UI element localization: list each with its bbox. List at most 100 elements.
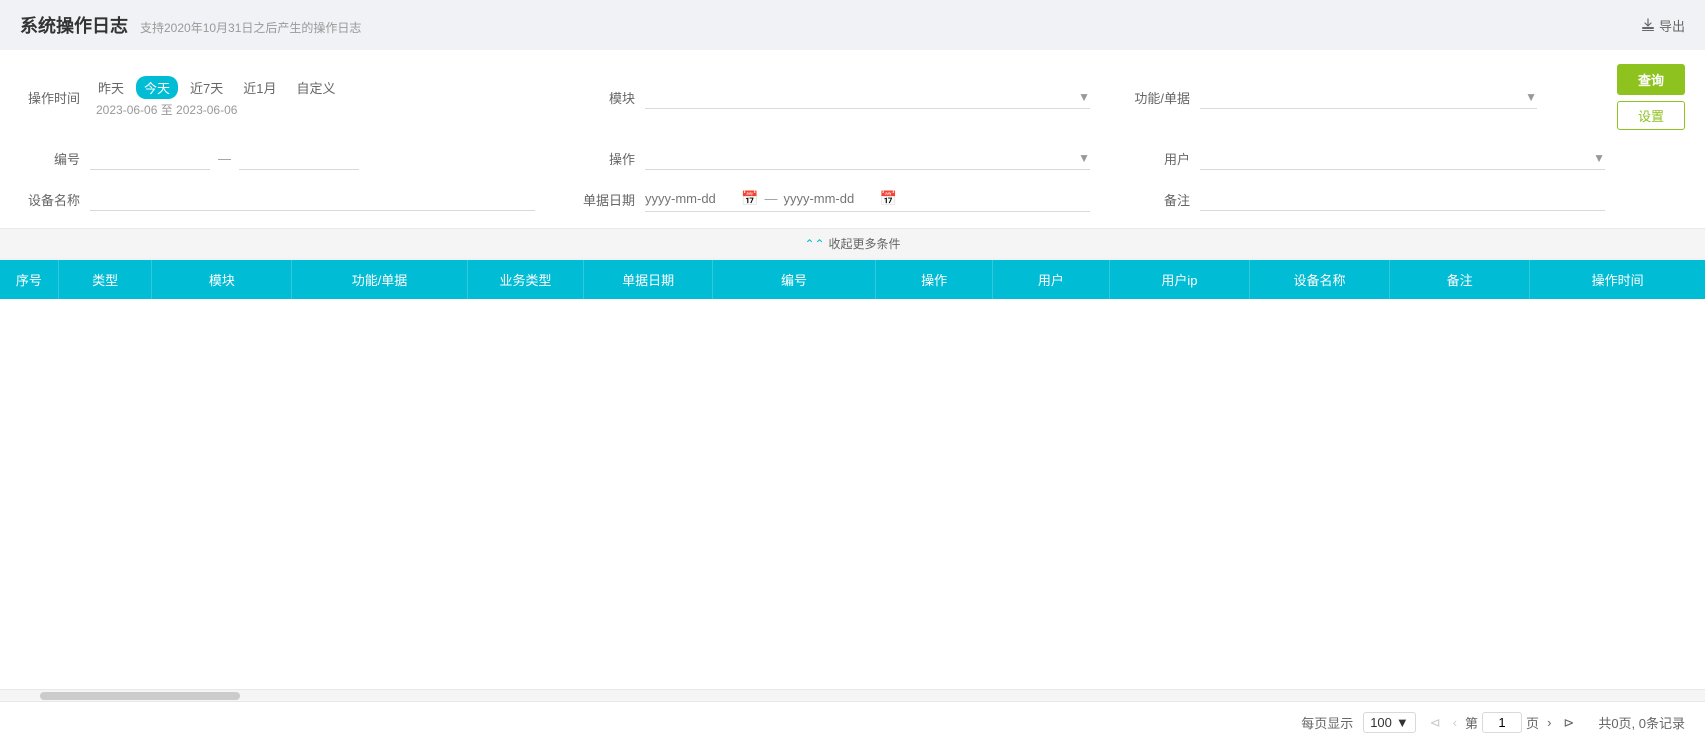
time-filter-cell: 操作时间 昨天 今天 近7天 近1月 自定义 2023-06-06 至 2023… [20,76,575,118]
no-filter-cell: 编号 — [20,146,575,170]
table-container: 序号 类型 模块 功能/单据 业务类型 单据日期 编号 操作 用户 用户ip 设… [0,260,1705,689]
custom-btn[interactable]: 自定义 [289,76,344,99]
calendar-icon-from[interactable]: 📅 [741,190,758,207]
table-header-row: 序号 类型 模块 功能/单据 业务类型 单据日期 编号 操作 用户 用户ip 设… [0,260,1705,299]
time-label: 操作时间 [20,88,80,107]
page-header: 系统操作日志 支持2020年10月31日之后产生的操作日志 导出 [0,0,1705,50]
scroll-area[interactable] [0,689,1705,701]
func-and-btns: 功能/单据 ▼ 查询 设置 [1130,64,1685,130]
doc-date-to[interactable] [783,191,873,206]
col-remark: 备注 [1390,260,1530,299]
col-biz-type: 业务类型 [467,260,584,299]
pagination: 每页显示 100 ▼ ⊲ ‹ 第 页 › ⊳ 共0页, 0条记录 [0,701,1705,743]
last7-btn[interactable]: 近7天 [182,76,231,99]
first-page-btn[interactable]: ⊲ [1426,713,1445,733]
page-info: 第 页 [1465,712,1539,733]
user-select-wrapper: ▼ [1200,146,1605,170]
filter-row-1: 操作时间 昨天 今天 近7天 近1月 自定义 2023-06-06 至 2023… [20,64,1685,130]
doc-date-from[interactable] [645,191,735,206]
per-page-chevron: ▼ [1396,715,1409,730]
module-filter-cell: 模块 ▼ [575,85,1130,109]
doc-date-filter-cell: 单据日期 📅 — 📅 [575,186,1130,212]
op-select[interactable] [645,146,1090,169]
prev-page-btn[interactable]: ‹ [1449,713,1461,732]
per-page-select[interactable]: 100 ▼ [1363,712,1416,733]
export-icon [1641,18,1655,32]
module-label: 模块 [575,88,635,107]
col-module: 模块 [152,260,292,299]
data-table: 序号 类型 模块 功能/单据 业务类型 单据日期 编号 操作 用户 用户ip 设… [0,260,1705,299]
op-filter-cell: 操作 ▼ [575,146,1130,170]
user-label: 用户 [1130,149,1190,168]
today-btn[interactable]: 今天 [136,76,178,99]
yesterday-btn[interactable]: 昨天 [90,76,132,99]
filter-row-3: 设备名称 单据日期 📅 — 📅 备注 [20,186,1685,212]
settings-button[interactable]: 设置 [1617,101,1685,130]
scroll-thumb [40,692,240,700]
page-title: 系统操作日志 [20,12,128,38]
page-subtitle: 支持2020年10月31日之后产生的操作日志 [140,19,361,36]
table-header: 序号 类型 模块 功能/单据 业务类型 单据日期 编号 操作 用户 用户ip 设… [0,260,1705,299]
doc-date-label: 单据日期 [575,190,635,209]
module-select-wrapper: ▼ [645,85,1090,109]
col-user: 用户 [993,260,1110,299]
col-no-num: 编号 [712,260,875,299]
calendar-icon-to[interactable]: 📅 [879,190,896,207]
device-label: 设备名称 [20,190,80,209]
export-button[interactable]: 导出 [1641,16,1685,35]
time-controls: 昨天 今天 近7天 近1月 自定义 2023-06-06 至 2023-06-0… [90,76,344,118]
op-label: 操作 [575,149,635,168]
col-op-time: 操作时间 [1530,260,1705,299]
remark-filter-cell: 备注 [1130,187,1685,211]
last-page-btn[interactable]: ⊳ [1559,713,1578,733]
page-container: 系统操作日志 支持2020年10月31日之后产生的操作日志 导出 操作时间 [0,0,1705,743]
page-title-area: 系统操作日志 支持2020年10月31日之后产生的操作日志 [20,12,361,38]
filter-section: 操作时间 昨天 今天 近7天 近1月 自定义 2023-06-06 至 2023… [0,50,1705,258]
no-input-from[interactable] [90,146,210,170]
remark-input[interactable] [1200,187,1605,211]
per-page-label: 每页显示 [1301,713,1353,732]
op-select-wrapper: ▼ [645,146,1090,170]
time-buttons: 昨天 今天 近7天 近1月 自定义 [90,76,344,99]
page-unit: 页 [1526,713,1539,732]
device-input[interactable] [90,187,535,211]
export-label: 导出 [1659,16,1685,35]
page-label: 第 [1465,713,1478,732]
doc-date-range: 📅 — 📅 [645,186,1090,212]
col-op: 操作 [876,260,993,299]
last1m-btn[interactable]: 近1月 [235,76,284,99]
no-label: 编号 [20,149,80,168]
no-input-to[interactable] [239,146,359,170]
module-select[interactable] [645,85,1090,108]
col-device: 设备名称 [1249,260,1389,299]
collapse-label: 收起更多条件 [829,235,901,252]
func-label: 功能/单据 [1130,88,1190,107]
total-info: 共0页, 0条记录 [1598,713,1685,732]
col-doc-date: 单据日期 [584,260,712,299]
remark-label: 备注 [1130,190,1190,209]
date-range-sep: — [764,191,777,206]
device-filter-cell: 设备名称 [20,187,575,211]
collapse-bar[interactable]: ⌃⌃ 收起更多条件 [0,228,1705,258]
query-button[interactable]: 查询 [1617,64,1685,95]
range-dash: — [218,151,231,166]
col-no: 序号 [0,260,58,299]
func-select-wrapper: ▼ [1200,85,1537,109]
per-page-value: 100 [1370,715,1392,730]
date-range-display: 2023-06-06 至 2023-06-06 [96,101,344,118]
user-select[interactable] [1200,146,1605,169]
page-nav: ⊲ ‹ 第 页 › ⊳ [1426,712,1579,733]
next-page-btn[interactable]: › [1543,713,1555,732]
page-input[interactable] [1482,712,1522,733]
col-func: 功能/单据 [292,260,467,299]
no-range: — [90,146,535,170]
user-filter-cell: 用户 ▼ [1130,146,1685,170]
filter-inner: 操作时间 昨天 今天 近7天 近1月 自定义 2023-06-06 至 2023… [0,50,1705,212]
collapse-chevron-icon: ⌃⌃ [804,237,824,251]
func-filter-cell: 功能/单据 ▼ [1130,85,1577,109]
col-type: 类型 [58,260,151,299]
action-buttons: 查询 设置 [1617,64,1685,130]
col-user-ip: 用户ip [1109,260,1249,299]
filter-row-2: 编号 — 操作 ▼ [20,146,1685,170]
func-select[interactable] [1200,85,1537,108]
